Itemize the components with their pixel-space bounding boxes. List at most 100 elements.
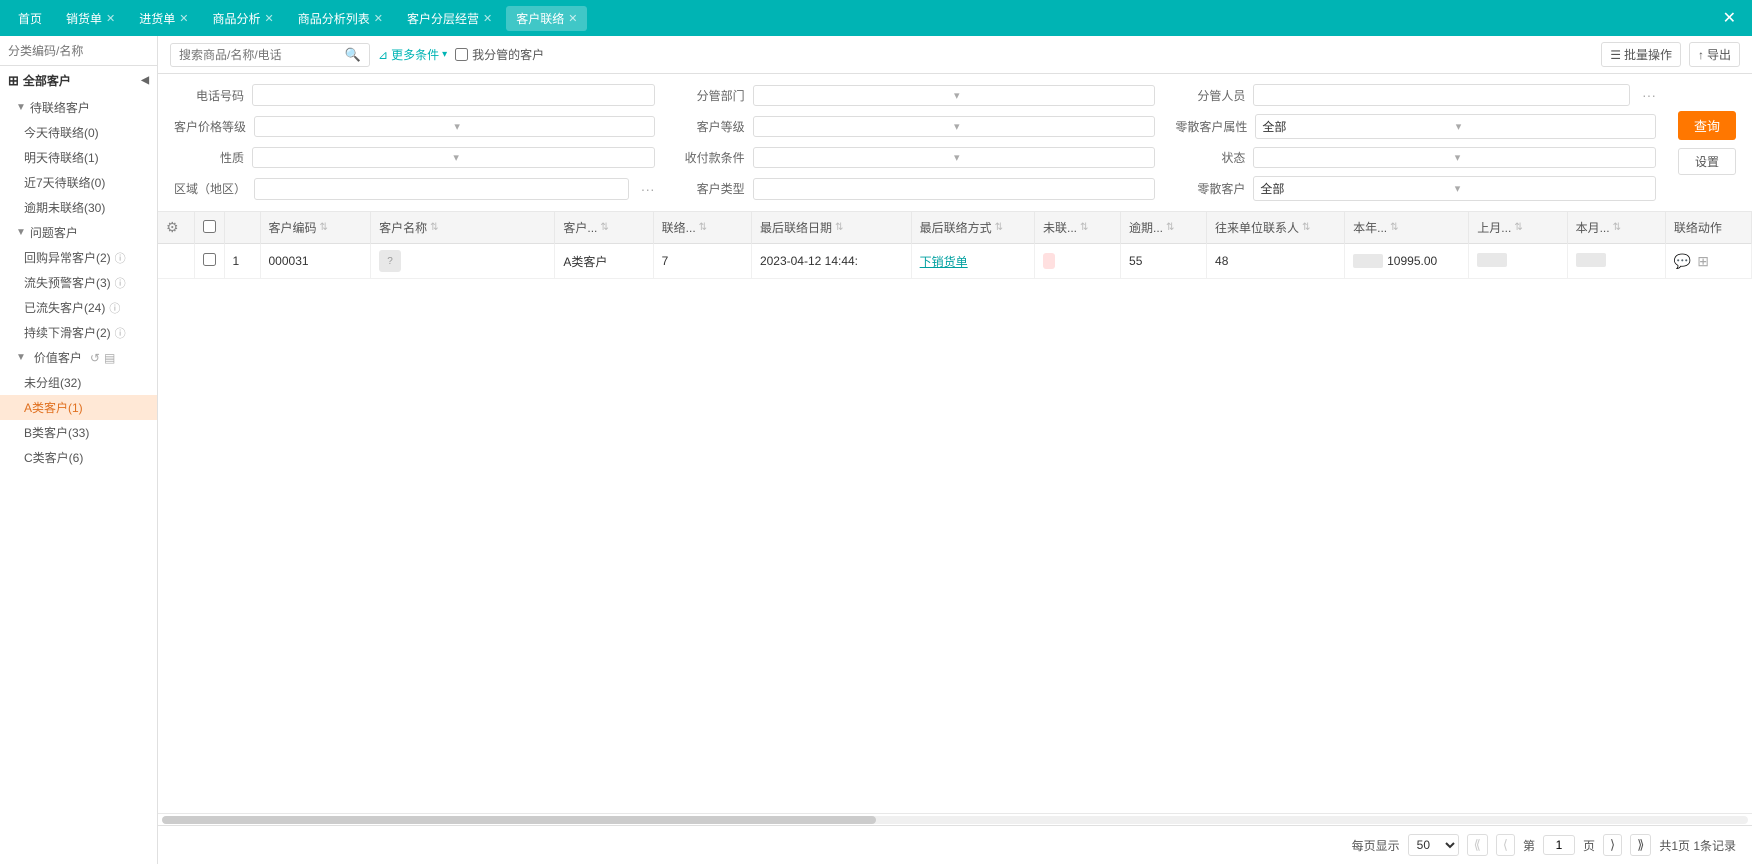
per-page-select[interactable]: 50 20 100 <box>1408 834 1459 856</box>
sidebar-group-pending[interactable]: ▼ 待联络客户 <box>0 95 157 120</box>
sort-icon-uncontact[interactable]: ⇅ <box>1080 222 1088 233</box>
filter-price-grade-select[interactable]: ▾ <box>254 116 655 137</box>
filter-payment-select[interactable]: ▾ <box>753 147 1156 168</box>
filter-retail-attr-value: 全部 <box>1262 118 1455 135</box>
row-checkbox[interactable] <box>203 253 216 266</box>
info-icon-1: ⓘ <box>115 250 126 266</box>
toolbar-search-input[interactable] <box>179 48 341 62</box>
filter-status-select[interactable]: ▾ <box>1253 147 1656 168</box>
nav-home[interactable]: 首页 <box>8 6 52 31</box>
my-customers-checkbox[interactable] <box>455 48 468 61</box>
last-method-link[interactable]: 下销货单 <box>920 255 968 269</box>
toolbar: 🔍 ⊿ 更多条件 ▾ 我分管的客户 ☰ 批量操作 ↑ 导出 <box>158 36 1752 74</box>
nav-tab-4[interactable]: 客户分层经营 ✕ <box>397 6 502 31</box>
next-page-button[interactable]: ⟩ <box>1603 834 1622 856</box>
nav-tab-5-close[interactable]: ✕ <box>568 12 577 25</box>
filter-retail-select[interactable]: 全部 ▾ <box>1253 176 1656 201</box>
sidebar-all-customers[interactable]: ⊞ 全部客户 ◀ <box>0 66 157 95</box>
filter-region-dots[interactable]: ··· <box>641 181 655 197</box>
filter-price-grade-label: 客户价格等级 <box>174 118 246 135</box>
sort-icon-name[interactable]: ⇅ <box>430 222 438 233</box>
sidebar-item-b-class[interactable]: B类客户(33) <box>0 420 157 445</box>
current-page-input[interactable] <box>1543 835 1575 855</box>
export-button[interactable]: ↑ 导出 <box>1689 42 1740 67</box>
message-icon[interactable]: 💬 <box>1674 253 1691 270</box>
nav-tab-0[interactable]: 销货单 ✕ <box>56 6 125 31</box>
sort-icon-contact[interactable]: ⇅ <box>699 222 707 233</box>
sort-icon-prev-contact[interactable]: ⇅ <box>1302 222 1310 233</box>
sidebar-item-7days[interactable]: 近7天待联络(0) <box>0 170 157 195</box>
toolbar-filter-btn[interactable]: ⊿ 更多条件 ▾ <box>378 46 447 63</box>
filter-customer-grade-select[interactable]: ▾ <box>753 116 1156 137</box>
sort-icon-last-date[interactable]: ⇅ <box>835 222 843 233</box>
sidebar-item-today[interactable]: 今天待联络(0) <box>0 120 157 145</box>
filter-dept-select[interactable]: ▾ <box>753 85 1156 106</box>
first-page-button[interactable]: ⟪ <box>1467 834 1488 856</box>
sort-icon-code[interactable]: ⇅ <box>320 222 328 233</box>
nav-tab-1[interactable]: 进货单 ✕ <box>129 6 198 31</box>
sidebar-item-c-class[interactable]: C类客户(6) <box>0 445 157 470</box>
td-actions: 💬 ⊞ <box>1665 244 1751 279</box>
sidebar-item-ungrouped[interactable]: 未分组(32) <box>0 370 157 395</box>
sort-icon-last-method[interactable]: ⇅ <box>995 222 1003 233</box>
sort-icon-this-month[interactable]: ⇅ <box>1613 222 1621 233</box>
nav-tab-0-close[interactable]: ✕ <box>106 12 115 25</box>
toolbar-search-icon[interactable]: 🔍 <box>345 47 361 63</box>
nav-tab-2-close[interactable]: ✕ <box>265 12 274 25</box>
batch-ops-button[interactable]: ☰ 批量操作 <box>1601 42 1681 67</box>
sidebar-item-churned[interactable]: 已流失客户(24) ⓘ <box>0 295 157 320</box>
filter-manager-input[interactable] <box>1253 84 1630 106</box>
nav-tab-2[interactable]: 商品分析 ✕ <box>202 6 283 31</box>
nav-tab-1-close[interactable]: ✕ <box>179 12 188 25</box>
setup-button[interactable]: 设置 <box>1678 148 1736 175</box>
sidebar-group-problem[interactable]: ▼ 问题客户 <box>0 220 157 245</box>
sidebar-item-churn-warning[interactable]: 流失预警客户(3) ⓘ <box>0 270 157 295</box>
th-no <box>224 212 260 244</box>
sidebar-group-value[interactable]: ▼ 价值客户 ↺ ▤ <box>0 345 157 370</box>
th-checkbox <box>194 212 224 244</box>
filter-retail-attr-select[interactable]: 全部 ▾ <box>1255 114 1656 139</box>
sort-icon-last-month[interactable]: ⇅ <box>1514 222 1522 233</box>
filter-phone-input[interactable] <box>252 84 655 106</box>
nav-tab-4-close[interactable]: ✕ <box>483 12 492 25</box>
horizontal-scrollbar[interactable] <box>158 813 1752 825</box>
filter-nature-select[interactable]: ▾ <box>252 147 655 168</box>
sidebar-item-repurchase-abnormal[interactable]: 回购异常客户(2) ⓘ <box>0 245 157 270</box>
sort-icon-grade[interactable]: ⇅ <box>600 222 608 233</box>
nav-tab-3[interactable]: 商品分析列表 ✕ <box>288 6 393 31</box>
filter-manager-dots[interactable]: ··· <box>1642 87 1656 103</box>
qr-icon[interactable]: ⊞ <box>1697 253 1709 270</box>
value-settings-icon[interactable]: ▤ <box>104 351 115 365</box>
toolbar-actions: ☰ 批量操作 ↑ 导出 <box>1601 42 1740 67</box>
gear-icon[interactable]: ⚙ <box>166 219 179 235</box>
sidebar-search-input[interactable] <box>8 44 158 58</box>
sort-icon-overdue[interactable]: ⇅ <box>1166 222 1174 233</box>
value-refresh-icon[interactable]: ↺ <box>90 351 100 365</box>
select-all-checkbox[interactable] <box>203 220 216 233</box>
sort-icon-this-year[interactable]: ⇅ <box>1390 222 1398 233</box>
sidebar-collapse-icon[interactable]: ◀ <box>141 75 149 86</box>
window-close-button[interactable]: ✕ <box>1715 8 1744 28</box>
th-this-month: 本月... ⇅ <box>1567 212 1665 244</box>
filter-customer-type-input[interactable] <box>753 178 1156 200</box>
nav-tab-5[interactable]: 客户联络 ✕ <box>506 6 587 31</box>
sidebar-item-tomorrow[interactable]: 明天待联络(1) <box>0 145 157 170</box>
sidebar-item-a-class[interactable]: A类客户(1) <box>0 395 157 420</box>
query-button[interactable]: 查询 <box>1678 111 1736 140</box>
sidebar-item-churn-warning-label: 流失预警客户(3) <box>24 274 111 291</box>
my-customers-checkbox-label[interactable]: 我分管的客户 <box>455 46 544 63</box>
per-page-label: 每页显示 <box>1352 837 1400 854</box>
scrollbar-thumb[interactable] <box>162 816 876 824</box>
nav-tab-3-close[interactable]: ✕ <box>374 12 383 25</box>
prev-page-button[interactable]: ⟨ <box>1496 834 1515 856</box>
filter-cell-dept: 分管部门 ▾ <box>675 85 1156 106</box>
th-contact-label: 联络... <box>662 219 696 236</box>
filter-region-input[interactable] <box>254 178 629 200</box>
last-page-button[interactable]: ⟫ <box>1630 834 1651 856</box>
td-last-month <box>1469 244 1567 279</box>
sidebar-group-value-label: 价值客户 <box>34 349 82 366</box>
sidebar-item-overdue[interactable]: 逾期未联络(30) <box>0 195 157 220</box>
th-gear: ⚙ <box>158 212 194 244</box>
sidebar-item-declining[interactable]: 持续下滑客户(2) ⓘ <box>0 320 157 345</box>
scrollbar-track[interactable] <box>162 816 1748 824</box>
